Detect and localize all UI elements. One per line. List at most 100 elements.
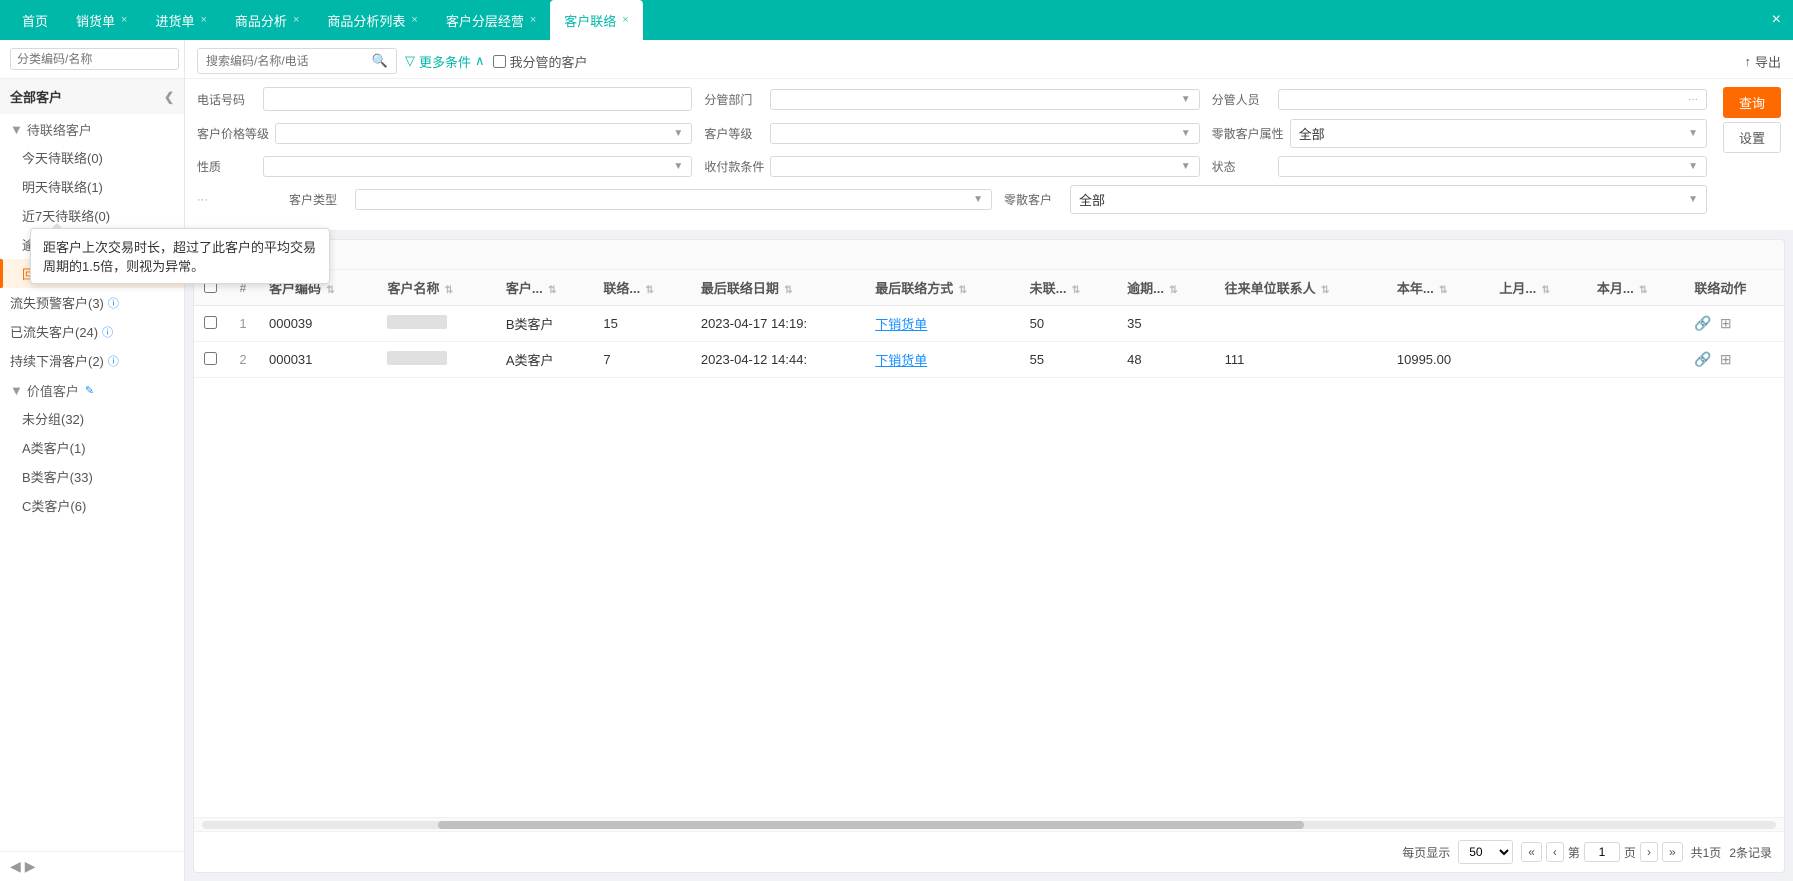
all-customers-header[interactable]: 全部客户 ❮ [0,79,184,114]
row2-link-icon[interactable]: 🔗 [1694,351,1711,368]
sidebar-search-input[interactable] [10,48,179,70]
value-customers-group[interactable]: ▼ 价值客户 ✎ [0,375,184,404]
prev-page-button[interactable]: ‹ [1546,842,1564,862]
page-label: 第 [1568,844,1580,861]
settings-button[interactable]: 设置 [1723,122,1781,153]
collapse-icon: ❮ [164,90,174,104]
filter-icon: ▽ [405,53,415,69]
close-customer-contact[interactable]: × [622,14,628,26]
row1-checkbox[interactable] [204,316,217,329]
next-page-button[interactable]: › [1640,842,1658,862]
status-select[interactable]: ▼ [1278,156,1707,177]
my-customers-checkbox-label[interactable]: 我分管的客户 [493,52,588,71]
filter-row-2: 客户价格等级 ▼ 客户等级 ▼ [197,119,1707,148]
page-number-input[interactable] [1584,842,1620,862]
first-page-button[interactable]: « [1521,842,1542,862]
horizontal-scrollbar[interactable] [194,817,1784,831]
row1-link-icon[interactable]: 🔗 [1694,315,1711,332]
header-this-year[interactable]: 本年... ⇅ [1387,270,1490,306]
manager-select[interactable]: ··· [1278,89,1707,110]
sidebar-item-unclassified[interactable]: 未分组(32) [0,404,184,433]
row2-checkbox[interactable] [204,352,217,365]
header-customer-type[interactable]: 客户... ⇅ [496,270,593,306]
row1-unit-contact [1215,306,1387,342]
row2-grid-icon[interactable]: ⊞ [1720,351,1732,368]
sidebar-item-declining[interactable]: 持续下滑客户(2) ⓘ [0,346,184,375]
status-down-icon: ▼ [1688,161,1698,172]
row2-name [377,342,495,378]
nav-home[interactable]: 首页 [8,0,62,40]
sort-uncontacted-icon: ⇅ [1072,285,1080,296]
row1-grid-icon[interactable]: ⊞ [1720,315,1732,332]
header-this-month[interactable]: 本月... ⇅ [1587,270,1684,306]
gender-field: 性质 ▼ [197,156,692,177]
total-records: 2条记录 [1729,844,1772,861]
already-lost-info-icon: ⓘ [102,324,113,340]
header-uncontacted[interactable]: 未联... ⇅ [1020,270,1117,306]
search-input[interactable] [206,54,368,68]
retail-customer-select[interactable]: 全部 ▼ [1070,185,1707,214]
header-last-contact-date[interactable]: 最后联络日期 ⇅ [691,270,865,306]
close-product-analysis-list[interactable]: × [411,14,417,26]
header-customer-name[interactable]: 客户名称 ⇅ [377,270,495,306]
nav-product-analysis[interactable]: 商品分析 × [221,0,313,40]
search-icon[interactable]: 🔍 [372,53,388,69]
header-overdue[interactable]: 逾期... ⇅ [1117,270,1214,306]
close-sales-order[interactable]: × [121,14,127,26]
header-last-contact-method[interactable]: 最后联络方式 ⇅ [865,270,1019,306]
last-page-button[interactable]: » [1662,842,1683,862]
header-contact-count[interactable]: 联络... ⇅ [593,270,690,306]
my-customers-checkbox[interactable] [493,55,506,68]
page-navigation: « ‹ 第 页 › » [1521,842,1682,862]
manager-more-icon: ··· [1688,94,1698,105]
branch-select[interactable]: ▼ [770,89,1199,110]
export-button[interactable]: ↑ 导出 [1744,52,1781,71]
tooltip-box: 距客户上次交易时长，超过了此客户的平均交易周期的1.5倍，则视为异常。 [30,228,185,284]
gender-select[interactable]: ▼ [263,156,692,177]
query-button[interactable]: 查询 [1723,87,1781,118]
sidebar-item-class-a[interactable]: A类客户(1) [0,433,184,462]
sort-unit-icon: ⇅ [1321,285,1329,296]
sort-date-icon: ⇅ [784,285,792,296]
table-wrap[interactable]: # 客户编码 ⇅ 客户名称 ⇅ 客户... ⇅ [194,270,1784,817]
price-level-select[interactable]: ▼ [275,123,692,144]
customer-type-select[interactable]: ▼ [355,189,992,210]
per-page-select[interactable]: 50 100 200 [1458,840,1513,864]
sidebar-item-lost-prediction[interactable]: 流失预警客户(3) ⓘ [0,288,184,317]
customer-level-select[interactable]: ▼ [770,123,1199,144]
nav-customer-contact[interactable]: 客户联络 × [550,0,642,40]
nav-sales-order[interactable]: 销货单 × [62,0,141,40]
sort-method-icon: ⇅ [959,285,967,296]
sidebar-item-7days[interactable]: 近7天待联络(0) [0,201,184,230]
sidebar-item-today[interactable]: 今天待联络(0) [0,143,184,172]
sidebar-item-already-lost[interactable]: 已流失客户(24) ⓘ [0,317,184,346]
sidebar-item-class-c[interactable]: C类客户(6) [0,491,184,520]
phone-input[interactable] [263,87,692,111]
pending-contact-group[interactable]: ▼ 待联络客户 [0,114,184,143]
phone-field: 电话号码 [197,87,692,111]
payment-select[interactable]: ▼ [770,156,1199,177]
close-purchase-order[interactable]: × [200,14,206,26]
nav-customer-segment[interactable]: 客户分层经营 × [432,0,550,40]
close-product-analysis[interactable]: × [293,14,299,26]
sidebar-item-tomorrow[interactable]: 明天待联络(1) [0,172,184,201]
close-customer-segment[interactable]: × [530,14,536,26]
retail-attr-select[interactable]: 全部 ▼ [1290,119,1707,148]
action-buttons: 查询 设置 [1723,87,1781,222]
window-close-button[interactable]: × [1772,11,1781,29]
per-page-label: 每页显示 [1402,844,1450,861]
sidebar-prev-btn[interactable]: ◀ [10,858,21,875]
row1-last-date: 2023-04-17 14:19: [691,306,865,342]
sidebar-item-class-b[interactable]: B类客户(33) [0,462,184,491]
row2-this-year: 10995.00 [1387,342,1490,378]
header-last-month[interactable]: 上月... ⇅ [1489,270,1586,306]
nav-purchase-order[interactable]: 进货单 × [141,0,220,40]
sidebar-next-btn[interactable]: ▶ [25,858,36,875]
row1-name-blurred [387,315,447,329]
total-pages: 共1页 [1691,844,1722,861]
all-customers-label: 全部客户 [10,87,62,106]
value-customers-edit-icon[interactable]: ✎ [85,384,94,397]
nav-product-analysis-list[interactable]: 商品分析列表 × [313,0,431,40]
header-unit-contact[interactable]: 往来单位联系人 ⇅ [1215,270,1387,306]
more-conditions-button[interactable]: ▽ 更多条件 ∧ [405,52,485,71]
